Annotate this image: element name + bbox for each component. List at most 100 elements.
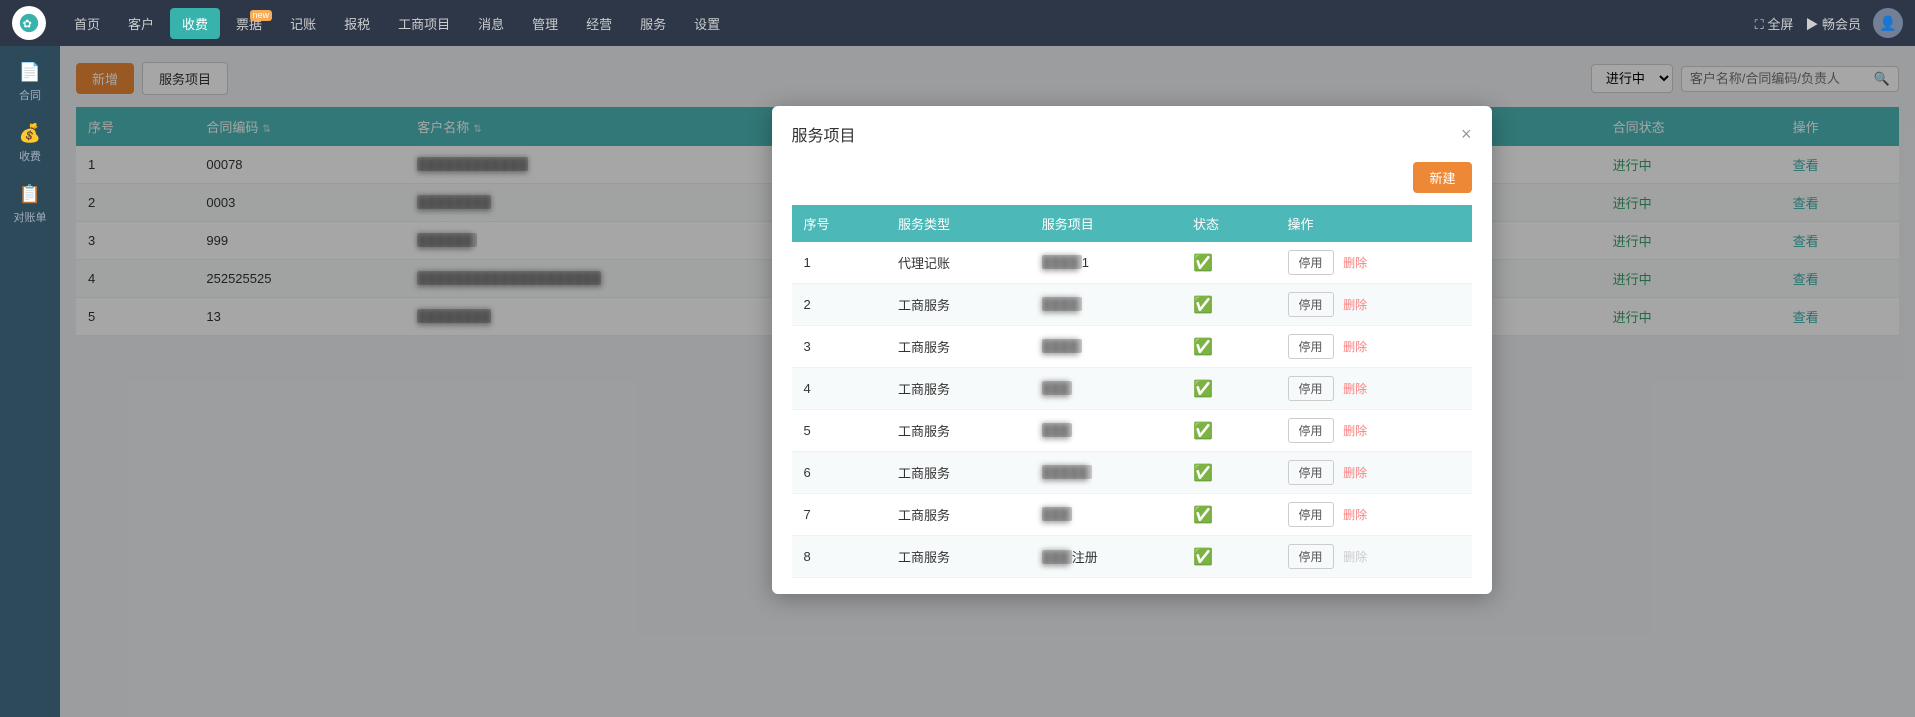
stop-button[interactable]: 停用 [1288,418,1334,443]
modal-cell-action: 停用 删除 [1276,536,1472,578]
nav-piaoju[interactable]: 票据 new [224,8,274,39]
stop-button[interactable]: 停用 [1288,334,1334,359]
modal-title: 服务项目 [792,122,856,146]
sidebar-item-label: 合同 [19,87,41,103]
modal-cell-action: 停用 删除 [1276,368,1472,410]
modal-header: 服务项目 × [772,106,1492,154]
nav-settings[interactable]: 设置 [682,8,732,39]
modal-col-type: 服务类型 [886,205,1030,242]
modal-cell-type: 工商服务 [886,368,1030,410]
stop-button[interactable]: 停用 [1288,292,1334,317]
modal-table-header: 序号 服务类型 服务项目 状态 操作 [792,205,1472,242]
delete-button[interactable]: 删除 [1343,419,1367,442]
modal-close-button[interactable]: × [1461,124,1472,145]
modal-cell-status: ✅ [1181,242,1276,284]
modal-cell-item: ████ [1030,284,1181,326]
sidebar-item-hetong[interactable]: 📄 合同 [4,54,56,111]
nav-customer[interactable]: 客户 [116,8,166,39]
modal-cell-item: ███ [1030,368,1181,410]
modal-new-button[interactable]: 新建 [1413,162,1471,193]
stop-button[interactable]: 停用 [1288,376,1334,401]
stop-button[interactable]: 停用 [1288,460,1334,485]
modal-cell-seq: 3 [792,326,887,368]
modal-cell-action: 停用 删除 [1276,326,1472,368]
duizhangdan-icon: 📋 [19,184,41,205]
delete-button[interactable]: 删除 [1343,251,1367,274]
svg-text:✿: ✿ [23,19,32,31]
delete-button[interactable]: 删除 [1343,335,1367,358]
nav-baoshui[interactable]: 报税 [332,8,382,39]
modal-cell-item: ███ [1030,410,1181,452]
stop-button[interactable]: 停用 [1288,502,1334,527]
stop-button[interactable]: 停用 [1288,544,1334,569]
modal-table-row: 2 工商服务 ████ ✅ 停用 删除 [792,284,1472,326]
delete-button[interactable]: 删除 [1343,293,1367,316]
sidebar-item-label: 对账单 [14,209,47,225]
modal-table-row: 8 工商服务 ███注册 ✅ 停用 删除 [792,536,1472,578]
modal-col-status: 状态 [1181,205,1276,242]
modal-col-seq: 序号 [792,205,887,242]
modal-cell-item: █████ [1030,452,1181,494]
sidebar: 📄 合同 💰 收费 📋 对账单 [0,46,60,717]
modal-cell-seq: 7 [792,494,887,536]
modal-cell-seq: 5 [792,410,887,452]
modal-table-row: 1 代理记账 ████1 ✅ 停用 删除 [792,242,1472,284]
delete-button[interactable]: 删除 [1343,503,1367,526]
modal-cell-status: ✅ [1181,326,1276,368]
sidebar-item-shoufei[interactable]: 💰 收费 [4,115,56,172]
modal-cell-type: 工商服务 [886,494,1030,536]
modal-cell-action: 停用 删除 [1276,494,1472,536]
member-btn[interactable]: ▶ 畅会员 [1805,14,1861,33]
modal-table-row: 6 工商服务 █████ ✅ 停用 删除 [792,452,1472,494]
modal-cell-type: 工商服务 [886,284,1030,326]
new-badge: new [250,10,273,21]
modal-body: 新建 序号 服务类型 服务项目 状态 操作 1 [772,154,1492,594]
modal-table-row: 5 工商服务 ███ ✅ 停用 删除 [792,410,1472,452]
avatar[interactable]: 👤 [1873,8,1903,38]
sidebar-item-duizhangdan[interactable]: 📋 对账单 [4,176,56,233]
nav-jizhang[interactable]: 记账 [278,8,328,39]
modal-cell-type: 工商服务 [886,326,1030,368]
modal-cell-type: 工商服务 [886,410,1030,452]
service-items-modal: 服务项目 × 新建 序号 服务类型 服务项目 状态 操作 [772,106,1492,594]
modal-cell-action: 停用 删除 [1276,410,1472,452]
modal-cell-item: ████1 [1030,242,1181,284]
hetong-icon: 📄 [19,62,41,83]
modal-cell-type: 工商服务 [886,536,1030,578]
main-content: 新增 服务项目 进行中 全部 已终止 🔍 序号 合同编 [60,46,1915,717]
modal-cell-seq: 4 [792,368,887,410]
modal-cell-seq: 1 [792,242,887,284]
modal-cell-item: ███ [1030,494,1181,536]
modal-table-row: 7 工商服务 ███ ✅ 停用 删除 [792,494,1472,536]
delete-button[interactable]: 删除 [1343,545,1367,568]
main-layout: 📄 合同 💰 收费 📋 对账单 新增 服务项目 进行中 全部 已终止 [0,46,1915,717]
service-table: 序号 服务类型 服务项目 状态 操作 1 代理记账 ████1 ✅ [792,205,1472,578]
modal-cell-status: ✅ [1181,284,1276,326]
modal-cell-item: ████ [1030,326,1181,368]
stop-button[interactable]: 停用 [1288,250,1334,275]
nav-jingying[interactable]: 经营 [574,8,624,39]
delete-button[interactable]: 删除 [1343,377,1367,400]
fullscreen-btn[interactable]: ⛶ 全屏 [1755,14,1794,33]
modal-cell-status: ✅ [1181,368,1276,410]
nav-gongshang[interactable]: 工商项目 [386,8,462,39]
modal-cell-action: 停用 删除 [1276,284,1472,326]
modal-cell-status: ✅ [1181,494,1276,536]
modal-col-item: 服务项目 [1030,205,1181,242]
nav-manage[interactable]: 管理 [520,8,570,39]
modal-cell-item: ███注册 [1030,536,1181,578]
nav-menu: 首页 客户 收费 票据 new 记账 报税 工商项目 消息 管理 经营 服务 设… [62,8,1755,39]
nav-shoufei[interactable]: 收费 [170,8,220,39]
nav-home[interactable]: 首页 [62,8,112,39]
modal-cell-seq: 8 [792,536,887,578]
modal-cell-type: 代理记账 [886,242,1030,284]
nav-service[interactable]: 服务 [628,8,678,39]
nav-message[interactable]: 消息 [466,8,516,39]
modal-col-action: 操作 [1276,205,1472,242]
logo: ✿ [12,6,46,40]
delete-button[interactable]: 删除 [1343,461,1367,484]
modal-cell-type: 工商服务 [886,452,1030,494]
modal-cell-status: ✅ [1181,410,1276,452]
modal-cell-seq: 6 [792,452,887,494]
shoufei-icon: 💰 [19,123,41,144]
